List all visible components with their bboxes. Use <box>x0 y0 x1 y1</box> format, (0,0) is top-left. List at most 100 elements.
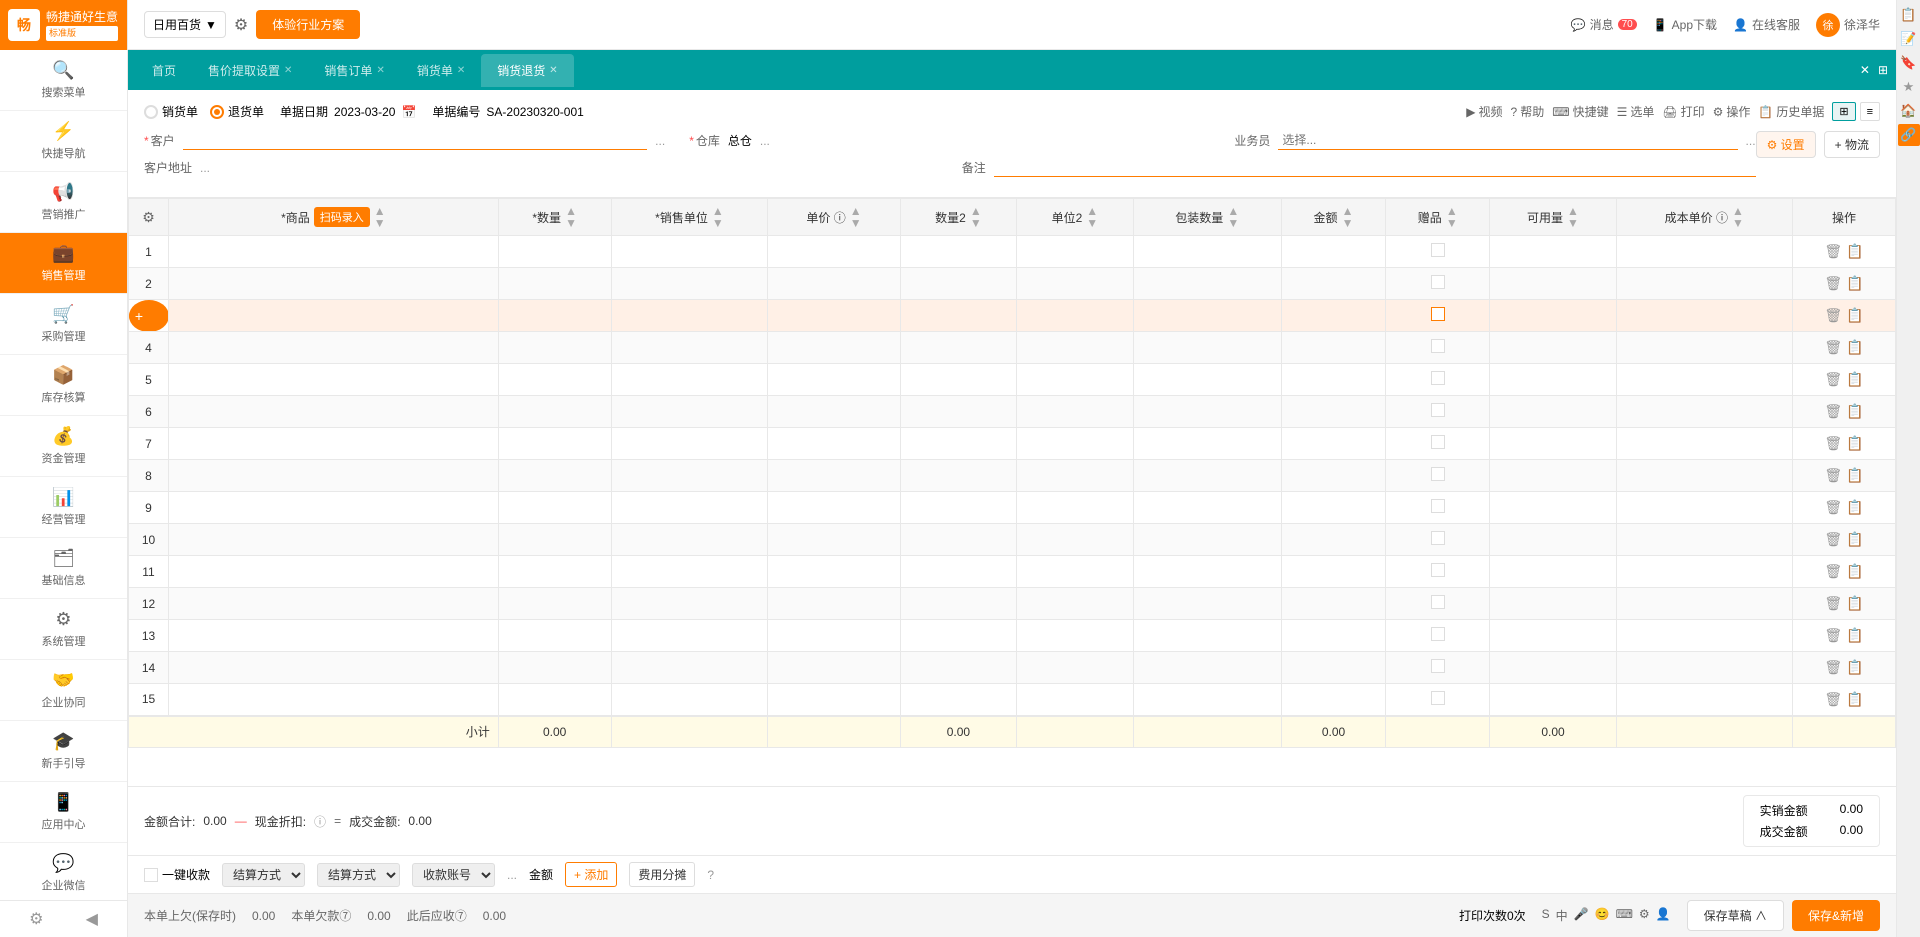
sidebar-item-search[interactable]: 🔍 搜索菜单 <box>0 50 127 111</box>
settings-btn[interactable]: ⚙ 设置 <box>1756 131 1816 158</box>
tab-price-setting[interactable]: 售价提取设置 ✕ <box>192 54 308 87</box>
tab-sales-bill-close[interactable]: ✕ <box>457 65 465 76</box>
customer-dots[interactable]: ... <box>655 134 665 148</box>
emoji-icon[interactable]: 😊 <box>1595 907 1610 924</box>
th-product-sort[interactable]: *商品 扫码录入 ▲▼ <box>177 205 490 229</box>
th-unit2-sort[interactable]: 单位2 ▲▼ <box>1025 205 1124 229</box>
sidebar-item-shortcut[interactable]: ⚡ 快捷导航 <box>0 111 127 172</box>
remark-input[interactable] <box>994 158 1756 177</box>
add-payment-btn[interactable]: + 添加 <box>565 862 617 887</box>
right-icon-6[interactable]: 🔗 <box>1898 124 1920 146</box>
th-gift-sort[interactable]: 赠品 ▲▼ <box>1394 205 1481 229</box>
sidebar-item-marketing[interactable]: 📢 营销推广 <box>0 172 127 233</box>
one-click-cb[interactable] <box>144 868 158 882</box>
col-settings-icon[interactable]: ⚙ <box>142 209 155 225</box>
th-available-sort[interactable]: 可用量 ▲▼ <box>1498 205 1607 229</box>
warehouse-dots[interactable]: ... <box>760 134 770 148</box>
tab-menu-icon[interactable]: ⊞ <box>1878 63 1888 77</box>
delete-r11[interactable]: 🗑 <box>1824 563 1842 580</box>
sidebar-settings-icon[interactable]: ⚙ <box>29 909 43 929</box>
delete-r14[interactable]: 🗑 <box>1824 659 1842 676</box>
industry-select[interactable]: 日用百货 ▼ <box>144 11 226 38</box>
qty2-cell-2[interactable] <box>900 268 1016 300</box>
salesperson-dots[interactable]: ... <box>1746 134 1756 148</box>
th-cost-price-sort[interactable]: 成本单价 ⓘ ▲▼ <box>1625 205 1784 229</box>
sidebar-item-purchase[interactable]: 🛒 采购管理 <box>0 294 127 355</box>
gift-cell-2[interactable] <box>1386 268 1490 300</box>
price-cell-3[interactable] <box>768 300 900 332</box>
account-dots[interactable]: ... <box>507 868 517 882</box>
copy-r4[interactable]: 📋 <box>1846 339 1863 356</box>
unit-cell-1[interactable] <box>611 236 768 268</box>
delete-r12[interactable]: 🗑 <box>1824 595 1842 612</box>
expense-btn[interactable]: 费用分摊 <box>629 862 695 887</box>
pack-cell-3[interactable] <box>1133 300 1281 332</box>
product-cell-3[interactable] <box>169 300 499 332</box>
sidebar-item-system[interactable]: ⚙ 系统管理 <box>0 599 127 660</box>
copy-r15[interactable]: 📋 <box>1846 691 1863 708</box>
help-cash-icon[interactable]: ⓘ <box>314 813 326 830</box>
unit2-cell-1[interactable] <box>1017 236 1133 268</box>
tab-sales-return[interactable]: 销货退货 ✕ <box>481 54 573 87</box>
sidebar-item-sales[interactable]: 💼 销售管理 <box>0 233 127 294</box>
copy-r14[interactable]: 📋 <box>1846 659 1863 676</box>
copy-row-3[interactable]: 📋 <box>1846 307 1863 324</box>
product-cell-1[interactable] <box>169 236 499 268</box>
mic-icon[interactable]: 🎤 <box>1574 907 1589 924</box>
copy-r6[interactable]: 📋 <box>1846 403 1863 420</box>
right-icon-3[interactable]: 🔖 <box>1898 52 1920 74</box>
th-pack-qty-sort[interactable]: 包装数量 ▲▼ <box>1142 205 1273 229</box>
sidebar-item-newbie[interactable]: 🎓 新手引导 <box>0 721 127 782</box>
product-cell-2[interactable] <box>169 268 499 300</box>
sidebar-item-apps[interactable]: 📱 应用中心 <box>0 782 127 843</box>
save-new-btn[interactable]: 保存&新增 <box>1792 900 1880 931</box>
delete-r5[interactable]: 🗑 <box>1824 371 1842 388</box>
delete-r13[interactable]: 🗑 <box>1824 627 1842 644</box>
address-dots[interactable]: ... <box>200 161 210 175</box>
copy-r9[interactable]: 📋 <box>1846 499 1863 516</box>
delete-r8[interactable]: 🗑 <box>1824 467 1842 484</box>
pack-cell-2[interactable] <box>1133 268 1281 300</box>
message-btn[interactable]: 💬 消息 70 <box>1571 16 1637 33</box>
sidebar-item-operations[interactable]: 📊 经营管理 <box>0 477 127 538</box>
sidebar-item-basic[interactable]: 🗂 基础信息 <box>0 538 127 599</box>
qty-cell-3[interactable] <box>498 300 611 332</box>
copy-row-2[interactable]: 📋 <box>1846 275 1863 292</box>
salesperson-input[interactable] <box>1278 131 1737 150</box>
one-click-pay-checkbox[interactable]: 一键收款 <box>144 866 210 883</box>
app-download-btn[interactable]: 📱 App下载 <box>1653 16 1717 33</box>
keyboard-2-icon[interactable]: ⌨ <box>1616 907 1633 924</box>
right-icon-5[interactable]: 🏠 <box>1898 100 1920 122</box>
tab-sales-order-close[interactable]: ✕ <box>376 65 384 76</box>
price-cell-1[interactable] <box>768 236 900 268</box>
operations-btn[interactable]: ⚙ 操作 <box>1713 103 1751 120</box>
delete-row-1[interactable]: 🗑 <box>1824 243 1842 260</box>
person-icon[interactable]: 👤 <box>1656 907 1671 924</box>
tab-home[interactable]: 首页 <box>136 54 192 87</box>
qty2-cell-1[interactable] <box>900 236 1016 268</box>
copy-r12[interactable]: 📋 <box>1846 595 1863 612</box>
copy-row-1[interactable]: 📋 <box>1846 243 1863 260</box>
gift-cell-3[interactable] <box>1386 300 1490 332</box>
user-profile[interactable]: 徐 徐泽华 <box>1816 13 1880 37</box>
list-view-btn[interactable]: ≡ <box>1860 102 1880 121</box>
sidebar-item-wechat[interactable]: 💬 企业微信 <box>0 843 127 900</box>
avail-cell-1[interactable] <box>1490 236 1616 268</box>
cost-cell-2[interactable] <box>1616 268 1792 300</box>
customer-input[interactable] <box>183 131 647 150</box>
delete-r10[interactable]: 🗑 <box>1824 531 1842 548</box>
copy-r5[interactable]: 📋 <box>1846 371 1863 388</box>
qty2-cell-3[interactable] <box>900 300 1016 332</box>
scan-input-btn[interactable]: 扫码录入 <box>314 207 370 227</box>
grid-view-btn[interactable]: ⊞ <box>1832 102 1855 121</box>
pack-cell-1[interactable] <box>1133 236 1281 268</box>
th-qty2-sort[interactable]: 数量2 ▲▼ <box>909 205 1008 229</box>
tab-sales-bill[interactable]: 销货单 ✕ <box>401 54 481 87</box>
settlement-select[interactable]: 结算方式 <box>222 863 305 887</box>
expense-help-icon[interactable]: ? <box>707 868 714 882</box>
tab-sales-order[interactable]: 销售订单 ✕ <box>308 54 400 87</box>
logistics-btn[interactable]: + 物流 <box>1824 131 1880 158</box>
copy-r10[interactable]: 📋 <box>1846 531 1863 548</box>
tab-price-setting-close[interactable]: ✕ <box>284 65 292 76</box>
save-draft-btn[interactable]: 保存草稿 ∧ <box>1687 900 1784 931</box>
